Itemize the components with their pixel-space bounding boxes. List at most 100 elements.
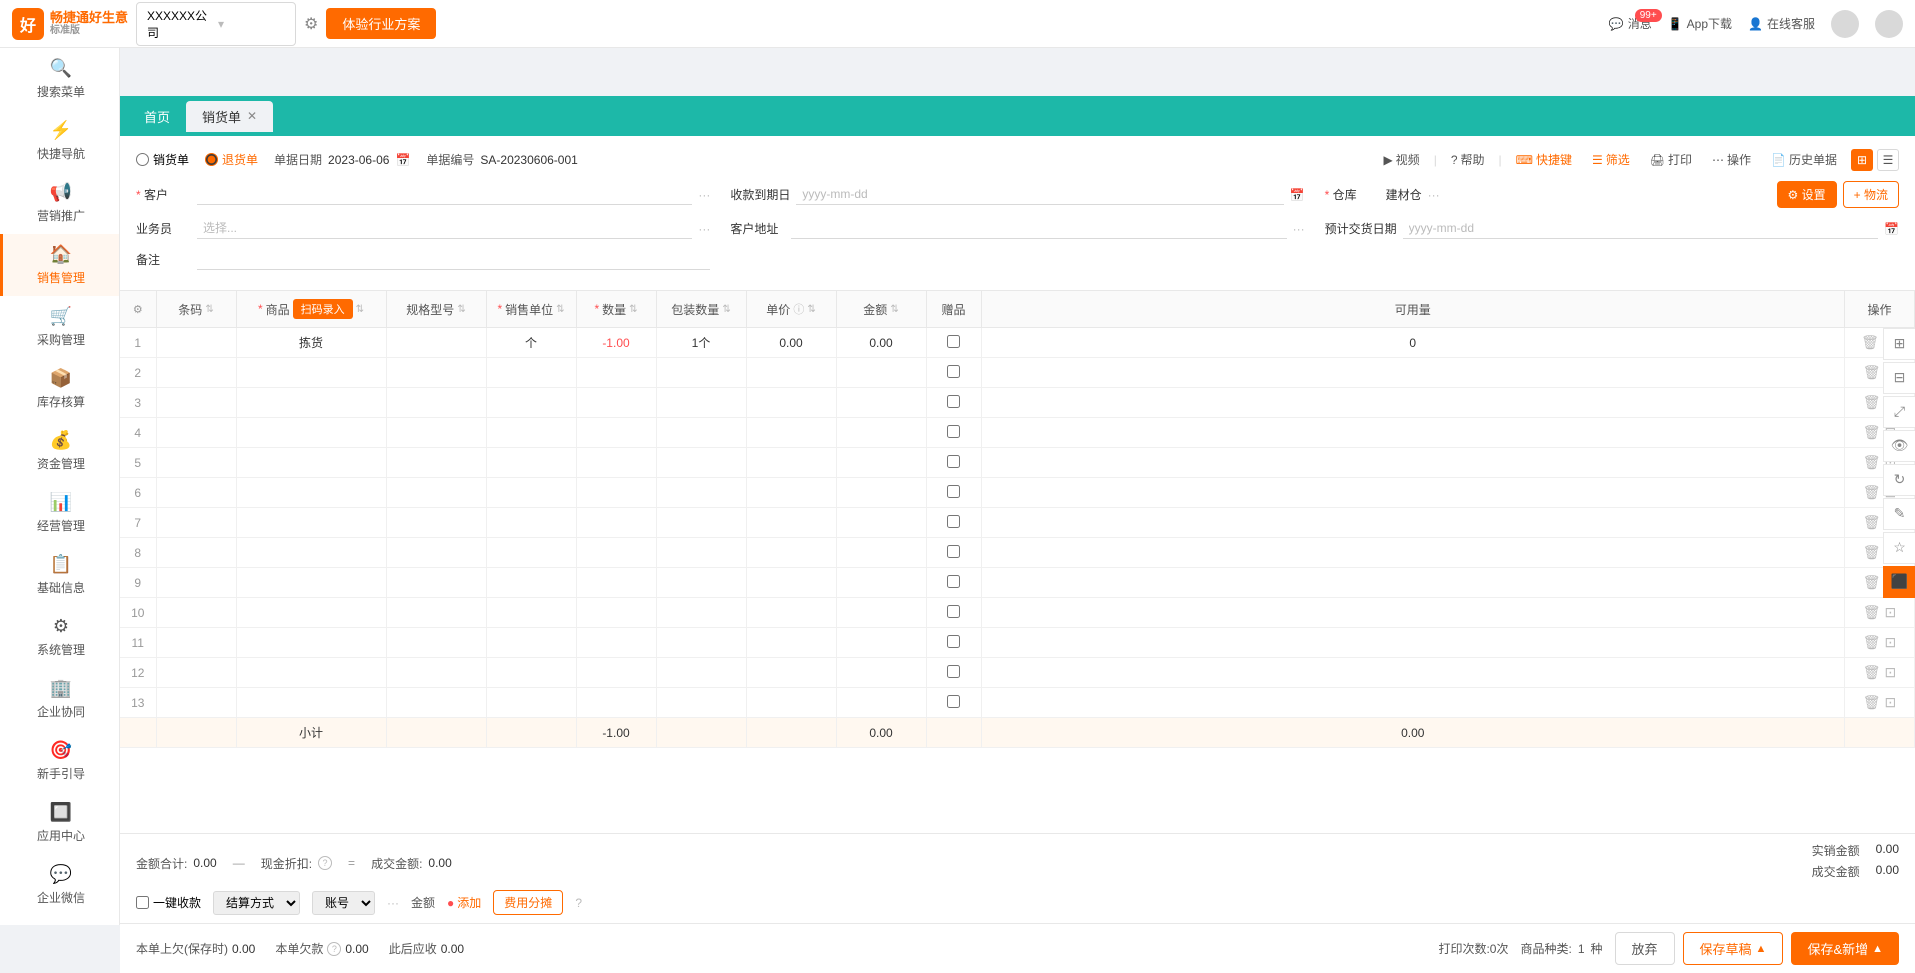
delete-icon[interactable]: 🗑	[1863, 574, 1881, 590]
price-info-icon[interactable]: ⓘ	[793, 301, 804, 317]
one-click-label[interactable]: 一键收款	[136, 894, 201, 911]
delete-icon[interactable]: 🗑	[1863, 664, 1881, 680]
copy-icon[interactable]: ⊡	[1885, 634, 1897, 650]
sidebar-item-newbie[interactable]: 🎯 新手引导	[0, 730, 119, 792]
toolbar-print[interactable]: 🖨 打印	[1644, 148, 1698, 171]
settings-btn[interactable]: ⚙ 设置	[1777, 181, 1837, 208]
toolbar-filter[interactable]: ☰ 筛选	[1586, 148, 1636, 171]
scan-barcode-btn[interactable]: 扫码录入	[293, 299, 353, 319]
payment-method-select[interactable]: 结算方式	[213, 891, 300, 915]
row-pkg-qty[interactable]: 1个	[656, 328, 746, 358]
row-gift[interactable]	[926, 328, 981, 358]
delete-icon[interactable]: 🗑	[1863, 604, 1881, 620]
copy-icon[interactable]: ⊡	[1885, 694, 1897, 710]
sidebar-item-marketing[interactable]: 📢 营销推广	[0, 172, 119, 234]
message-btn[interactable]: 💬 消息 99+	[1609, 15, 1652, 32]
radio-returnorder[interactable]: 退货单	[205, 151, 258, 168]
delivery-date-input[interactable]	[1403, 218, 1878, 239]
row-unit-price[interactable]: 0.00	[746, 328, 836, 358]
row-amount[interactable]: 0.00	[836, 328, 926, 358]
delete-icon[interactable]: 🗑	[1863, 514, 1881, 530]
trial-button[interactable]: 体验行业方案	[326, 8, 436, 39]
save-new-button[interactable]: 保存&新增 ▲	[1791, 932, 1899, 965]
sidebar-item-wxwork[interactable]: 💬 企业微信	[0, 854, 119, 916]
debit-info-icon[interactable]: ?	[327, 942, 341, 956]
delete-icon[interactable]: 🗑	[1863, 394, 1881, 410]
float-btn-7[interactable]: ☆	[1883, 532, 1915, 564]
delete-icon[interactable]: 🗑	[1863, 694, 1881, 710]
delete-icon[interactable]: 🗑	[1863, 364, 1881, 380]
customer-address-input[interactable]	[791, 218, 1286, 239]
tab-salesorder[interactable]: 销货单 ✕	[186, 101, 273, 132]
float-btn-orange[interactable]: ⬛	[1883, 566, 1915, 598]
warehouse-dots[interactable]: ···	[1428, 188, 1440, 202]
one-click-checkbox[interactable]	[136, 896, 149, 909]
customer-dots[interactable]: ···	[698, 188, 710, 202]
save-draft-button[interactable]: 保存草稿 ▲	[1683, 932, 1784, 965]
row-spec[interactable]	[386, 328, 486, 358]
sidebar-item-appcenter[interactable]: 🔲 应用中心	[0, 792, 119, 854]
delete-icon[interactable]: 🗑	[1863, 424, 1881, 440]
delete-icon[interactable]: 🗑	[1861, 334, 1879, 350]
sidebar-item-basic[interactable]: 📋 基础信息	[0, 544, 119, 606]
salesperson-dots[interactable]: ···	[698, 222, 710, 236]
delete-icon[interactable]: 🗑	[1863, 544, 1881, 560]
delete-icon[interactable]: 🗑	[1863, 454, 1881, 470]
sidebar-item-inventory[interactable]: 📦 库存核算	[0, 358, 119, 420]
delete-icon[interactable]: 🗑	[1863, 484, 1881, 500]
tab-home[interactable]: 首页	[128, 101, 186, 132]
sidebar-item-search[interactable]: 🔍 搜索菜单	[0, 48, 119, 110]
barcode-sort[interactable]: ⇅	[205, 304, 213, 315]
sidebar-item-quicknav[interactable]: ⚡ 快捷导航	[0, 110, 119, 172]
sidebar-item-finance[interactable]: 💰 资金管理	[0, 420, 119, 482]
payment-dots[interactable]: ···	[387, 896, 399, 910]
discard-button[interactable]: 放弃	[1615, 932, 1675, 965]
app-download-btn[interactable]: 📱 App下载	[1668, 15, 1732, 32]
toolbar-history[interactable]: 📄 历史单据	[1765, 148, 1843, 171]
sidebar-item-operations[interactable]: 📊 经营管理	[0, 482, 119, 544]
fee-question-icon[interactable]: ?	[575, 896, 582, 910]
payment-account-select[interactable]: 账号	[312, 891, 375, 915]
copy-icon[interactable]: ⊡	[1885, 664, 1897, 680]
float-btn-1[interactable]: ⊞	[1883, 328, 1915, 360]
payment-due-input[interactable]	[796, 184, 1283, 205]
toolbar-action[interactable]: ⋯ 操作	[1706, 148, 1757, 171]
float-btn-6[interactable]: ✎	[1883, 498, 1915, 530]
sidebar-item-member[interactable]: 👑 畅会员	[0, 916, 119, 925]
fee-split-btn[interactable]: 费用分摊	[493, 890, 563, 915]
th-config[interactable]: ⚙	[120, 291, 156, 328]
row-quantity[interactable]: -1.00	[576, 328, 656, 358]
payment-due-calendar[interactable]: 📅	[1290, 188, 1305, 202]
row-product[interactable]: 拣货	[236, 328, 386, 358]
remarks-input[interactable]	[197, 249, 710, 270]
list-view-btn[interactable]: ☰	[1877, 149, 1899, 171]
float-btn-3[interactable]: ⤢	[1883, 396, 1915, 428]
toolbar-shortcut[interactable]: ⌨ 快捷键	[1510, 148, 1578, 171]
product-sort[interactable]: ⇅	[356, 304, 364, 315]
customer-input[interactable]	[197, 184, 692, 205]
sidebar-item-enterprise[interactable]: 🏢 企业协同	[0, 668, 119, 730]
tab-close-icon[interactable]: ✕	[247, 109, 257, 123]
grid-view-btn[interactable]: ⊞	[1851, 149, 1873, 171]
delivery-calendar[interactable]: 📅	[1884, 222, 1899, 236]
calendar-icon[interactable]: 📅	[395, 153, 410, 167]
online-service-btn[interactable]: 👤 在线客服	[1748, 15, 1815, 32]
toolbar-help[interactable]: ? 帮助	[1445, 148, 1491, 171]
float-btn-2[interactable]: ⊟	[1883, 362, 1915, 394]
radio-salesorder[interactable]: 销货单	[136, 151, 189, 168]
salesperson-input[interactable]	[197, 218, 692, 239]
sidebar-item-system[interactable]: ⚙ 系统管理	[0, 606, 119, 668]
row-barcode[interactable]	[156, 328, 236, 358]
address-dots[interactable]: ···	[1293, 222, 1305, 236]
settings-icon[interactable]: ⚙	[304, 14, 318, 34]
toolbar-video[interactable]: ▶ 视频	[1377, 148, 1425, 171]
add-payment-btn[interactable]: ● 添加	[447, 894, 481, 911]
discount-info[interactable]: ?	[318, 856, 332, 870]
float-btn-5[interactable]: ↻	[1883, 464, 1915, 496]
copy-icon[interactable]: ⊡	[1885, 604, 1897, 620]
row-unit[interactable]: 个	[486, 328, 576, 358]
delete-icon[interactable]: 🗑	[1863, 634, 1881, 650]
avatar[interactable]	[1831, 10, 1859, 38]
sidebar-item-purchase[interactable]: 🛒 采购管理	[0, 296, 119, 358]
company-selector[interactable]: XXXXXX公司 ▾	[136, 2, 296, 46]
